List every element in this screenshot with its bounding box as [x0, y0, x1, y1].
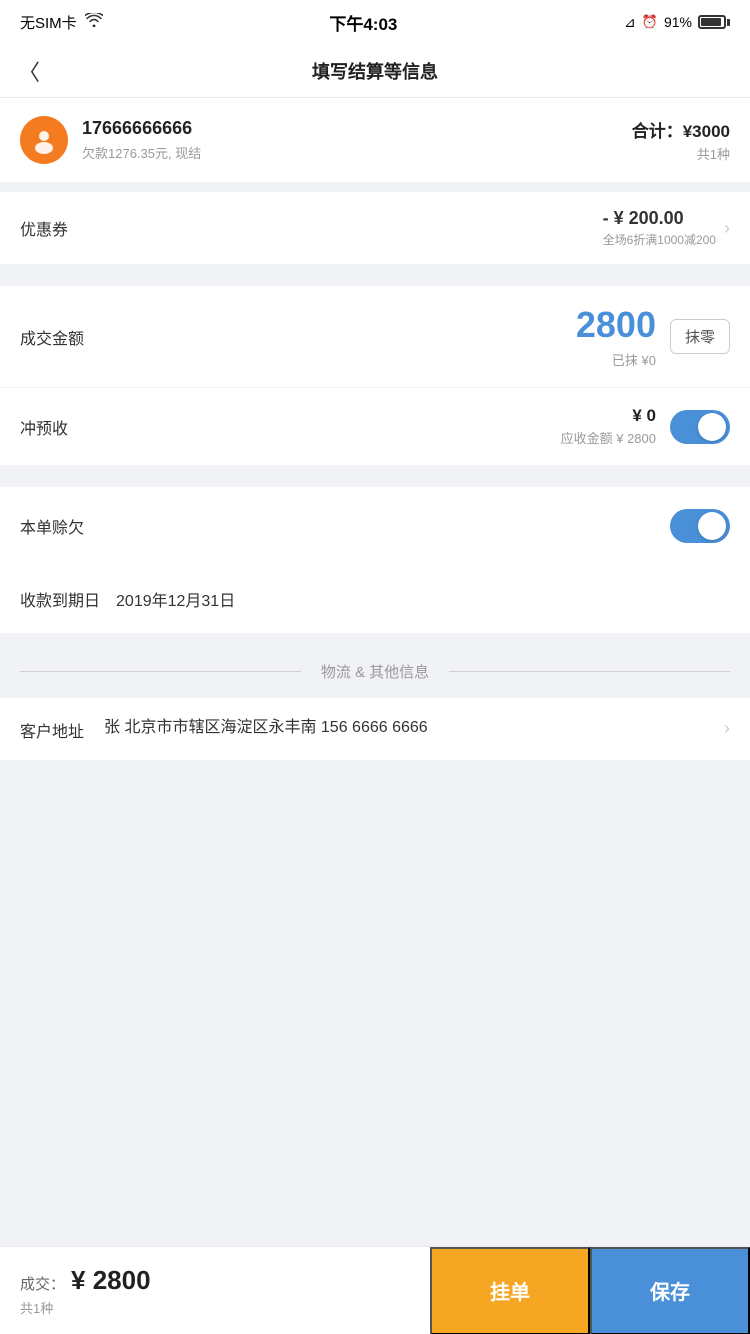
deal-amount-section: 成交金额 2800 已抹 ¥0 抹零 冲预收 ¥ 0 应收金额 ¥ 2800: [0, 286, 750, 465]
due-date-label: 收款到期日: [20, 587, 100, 611]
status-left: 无SIM卡: [20, 12, 103, 33]
divider-2: [0, 475, 750, 487]
address-chevron-icon: ›: [724, 718, 730, 739]
wifi-icon: [85, 13, 103, 31]
customer-left: 17666666666 欠款1276.35元, 现结: [20, 116, 201, 164]
logistics-divider-left: [20, 671, 301, 672]
credit-row: 本单赊欠: [0, 487, 750, 565]
battery-percent: 91%: [664, 14, 692, 30]
coupon-right: - ¥ 200.00 全场6折满1000减200 ›: [603, 208, 730, 248]
prepay-values: ¥ 0 应收金额 ¥ 2800: [561, 406, 656, 447]
status-bar: 无SIM卡 下午4:03 ⊿ ⏰ 91%: [0, 0, 750, 44]
coupon-row[interactable]: 优惠券 - ¥ 200.00 全场6折满1000减200 ›: [0, 192, 750, 264]
customer-right: 合计：¥3000 共1种: [632, 117, 730, 163]
chevron-right-icon: ›: [724, 218, 730, 239]
coupon-discount: - ¥ 200.00: [603, 208, 716, 229]
divider-1: [0, 274, 750, 286]
back-button[interactable]: 〈: [18, 55, 40, 87]
address-row[interactable]: 客户地址 张 北京市市辖区海淀区永丰南 156 6666 6666 ›: [0, 698, 750, 760]
prepay-label: 冲预收: [20, 415, 68, 439]
credit-toggle[interactable]: [670, 509, 730, 543]
logistics-label: 物流 & 其他信息: [321, 661, 429, 682]
content: 17666666666 欠款1276.35元, 现结 合计：¥3000 共1种 …: [0, 98, 750, 1050]
bottom-bar: 成交： ¥ 2800 共1种 挂单 保存: [0, 1246, 750, 1334]
prepay-toggle[interactable]: [670, 410, 730, 444]
status-time: 下午4:03: [329, 10, 397, 35]
round-button[interactable]: 抹零: [670, 319, 730, 354]
divider-3: [0, 633, 750, 645]
page-title: 填写结算等信息: [312, 58, 438, 84]
customer-debt: 欠款1276.35元, 现结: [82, 143, 201, 162]
coupon-label: 优惠券: [20, 216, 68, 240]
customer-card: 17666666666 欠款1276.35元, 现结 合计：¥3000 共1种: [0, 98, 750, 182]
save-button[interactable]: 保存: [590, 1247, 750, 1334]
bottom-summary: 成交： ¥ 2800 共1种: [0, 1265, 430, 1317]
prepay-amount: ¥ 0: [561, 406, 656, 426]
carrier-label: 无SIM卡: [20, 12, 77, 33]
avatar: [20, 116, 68, 164]
total-amount: 合计：¥3000: [632, 117, 730, 142]
logistics-divider-right: [449, 671, 730, 672]
logistics-section: 物流 & 其他信息: [0, 645, 750, 698]
customer-info: 17666666666 欠款1276.35元, 现结: [82, 118, 201, 162]
address-label: 客户地址: [20, 718, 84, 742]
bottom-deal-label: 成交：: [20, 1273, 65, 1294]
coupon-desc: 全场6折满1000减200: [603, 231, 716, 248]
nav-bar: 〈 填写结算等信息: [0, 44, 750, 98]
status-right: ⊿ ⏰ 91%: [624, 14, 730, 31]
deal-amount-col: 2800 已抹 ¥0: [576, 304, 656, 369]
empty-space: [0, 760, 750, 960]
bottom-deal-count: 共1种: [20, 1298, 410, 1317]
prepay-receivable: 应收金额 ¥ 2800: [561, 428, 656, 447]
location-icon: ⊿: [624, 14, 636, 31]
deal-amount-label: 成交金额: [20, 325, 84, 349]
deal-amount-value: 2800: [576, 304, 656, 346]
prepay-right: ¥ 0 应收金额 ¥ 2800: [561, 406, 730, 447]
hang-button[interactable]: 挂单: [430, 1247, 590, 1334]
credit-label: 本单赊欠: [20, 514, 84, 538]
deal-amount-row: 成交金额 2800 已抹 ¥0 抹零: [0, 286, 750, 388]
customer-phone: 17666666666: [82, 118, 201, 139]
prepay-row: 冲预收 ¥ 0 应收金额 ¥ 2800: [0, 388, 750, 465]
battery-icon: [698, 15, 730, 29]
total-count: 共1种: [632, 144, 730, 163]
bottom-deal-price: ¥ 2800: [71, 1265, 151, 1296]
alarm-icon: ⏰: [642, 14, 658, 30]
address-value: 张 北京市市辖区海淀区永丰南 156 6666 6666: [104, 716, 724, 740]
bottom-deal-line: 成交： ¥ 2800: [20, 1265, 410, 1296]
due-date-value: 2019年12月31日: [116, 587, 235, 611]
deal-erased: 已抹 ¥0: [576, 350, 656, 369]
coupon-value-col: - ¥ 200.00 全场6折满1000减200: [603, 208, 716, 248]
deal-amount-right: 2800 已抹 ¥0 抹零: [576, 304, 730, 369]
due-date-row: 收款到期日 2019年12月31日: [0, 565, 750, 633]
